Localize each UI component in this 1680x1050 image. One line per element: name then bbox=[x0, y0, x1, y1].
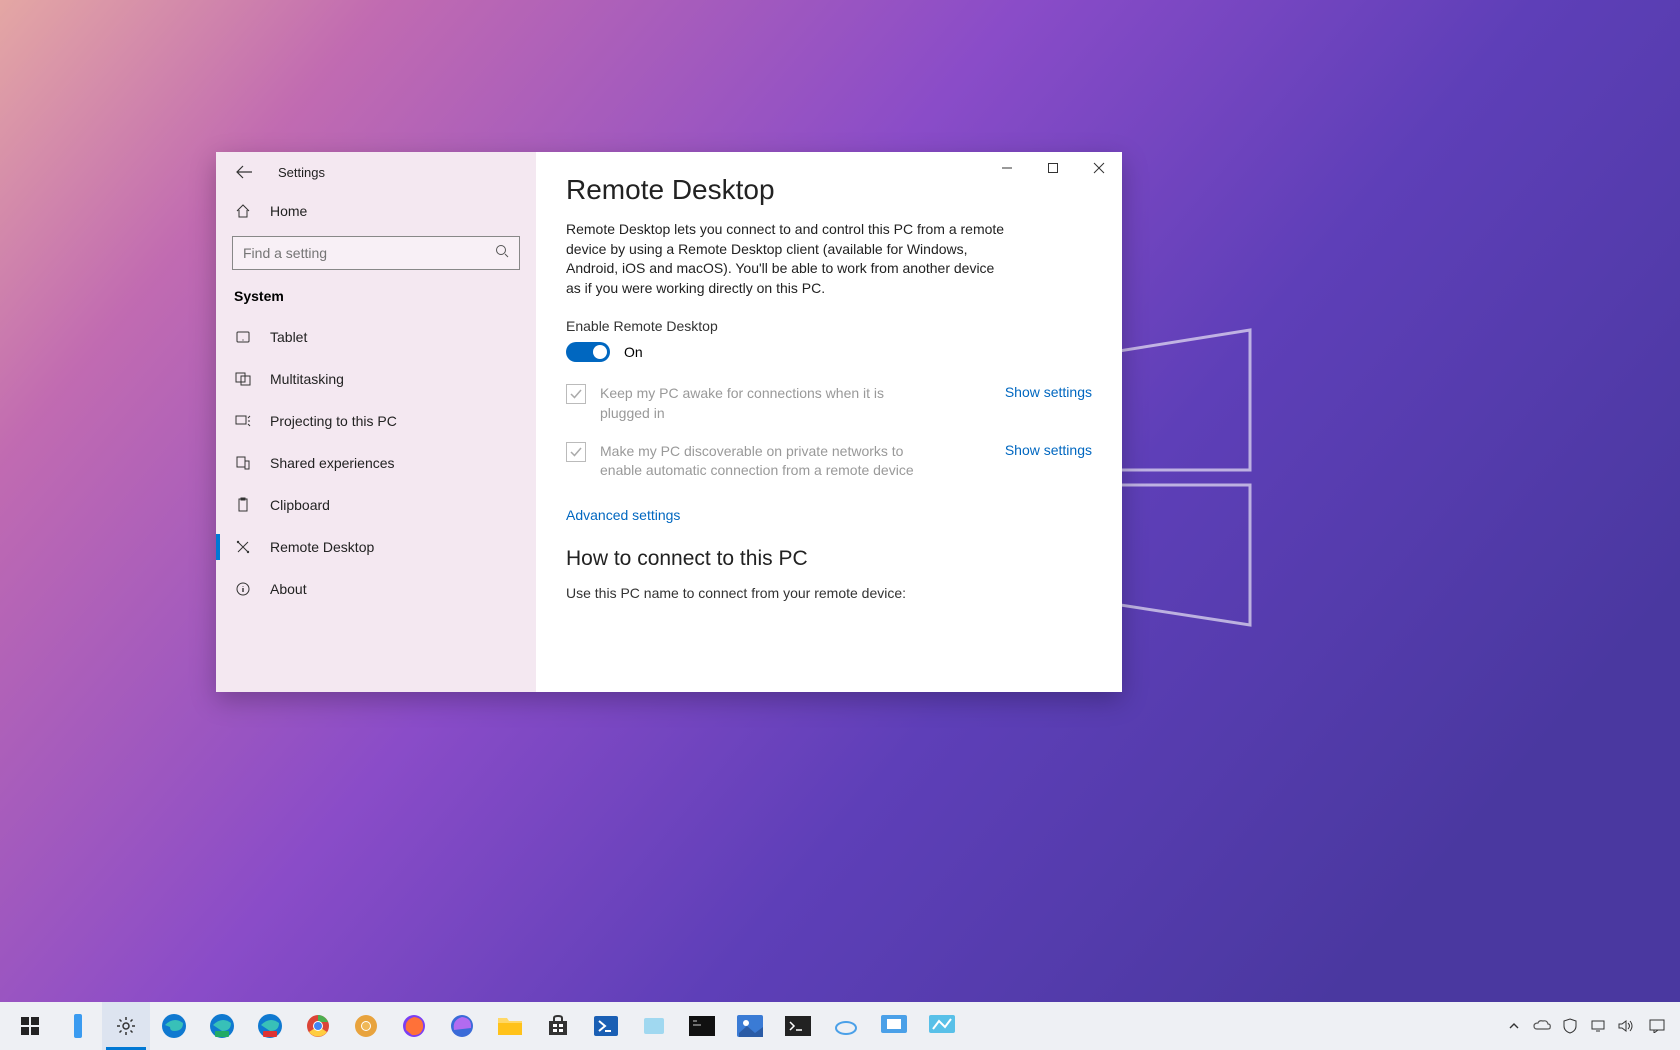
sidebar-item-label: Multitasking bbox=[270, 371, 344, 387]
toggle-label: Enable Remote Desktop bbox=[566, 318, 1092, 334]
taskbar-chrome-canary[interactable] bbox=[342, 1002, 390, 1050]
sidebar-item-multitasking[interactable]: Multitasking bbox=[216, 358, 536, 400]
taskbar-edge-canary[interactable] bbox=[246, 1002, 294, 1050]
sidebar-item-tablet[interactable]: Tablet bbox=[216, 316, 536, 358]
taskbar bbox=[0, 1002, 1680, 1050]
taskbar-file-explorer[interactable] bbox=[486, 1002, 534, 1050]
tray-network-icon[interactable] bbox=[1584, 1002, 1612, 1050]
close-button[interactable] bbox=[1076, 152, 1122, 184]
section-title: How to connect to this PC bbox=[566, 547, 1092, 571]
toggle-state: On bbox=[624, 344, 643, 360]
taskbar-app-generic-2[interactable] bbox=[822, 1002, 870, 1050]
taskbar-powershell[interactable] bbox=[582, 1002, 630, 1050]
taskbar-edge[interactable] bbox=[150, 1002, 198, 1050]
taskbar-app-generic-3[interactable] bbox=[870, 1002, 918, 1050]
section-desc: Use this PC name to connect from your re… bbox=[566, 585, 1092, 601]
taskbar-chrome[interactable] bbox=[294, 1002, 342, 1050]
sidebar-item-projecting[interactable]: Projecting to this PC bbox=[216, 400, 536, 442]
search-field[interactable] bbox=[243, 245, 482, 261]
taskbar-settings[interactable] bbox=[102, 1002, 150, 1050]
sidebar-item-label: Remote Desktop bbox=[270, 539, 374, 555]
sidebar-item-label: About bbox=[270, 581, 307, 597]
sidebar-item-label: Shared experiences bbox=[270, 455, 395, 471]
tray-onedrive-icon[interactable] bbox=[1528, 1002, 1556, 1050]
taskbar-store[interactable] bbox=[534, 1002, 582, 1050]
page-description: Remote Desktop lets you connect to and c… bbox=[566, 220, 1006, 298]
show-settings-link-2[interactable]: Show settings bbox=[1005, 442, 1092, 458]
multitasking-icon bbox=[234, 370, 252, 388]
tray-security-icon[interactable] bbox=[1556, 1002, 1584, 1050]
maximize-button[interactable] bbox=[1030, 152, 1076, 184]
tray-volume-icon[interactable] bbox=[1612, 1002, 1640, 1050]
title-bar: Settings bbox=[216, 152, 536, 192]
sidebar-item-label: Clipboard bbox=[270, 497, 330, 513]
keep-awake-label: Keep my PC awake for connections when it… bbox=[600, 384, 920, 423]
shared-exp-icon bbox=[234, 454, 252, 472]
settings-window: Settings Home System Tablet Multitasking bbox=[216, 152, 1122, 692]
nav-home[interactable]: Home bbox=[216, 192, 536, 230]
taskbar-cmd[interactable] bbox=[678, 1002, 726, 1050]
taskbar-photos[interactable] bbox=[726, 1002, 774, 1050]
app-title: Settings bbox=[278, 165, 325, 180]
window-controls bbox=[984, 152, 1122, 184]
sidebar-item-clipboard[interactable]: Clipboard bbox=[216, 484, 536, 526]
clipboard-icon bbox=[234, 496, 252, 514]
enable-remote-desktop-toggle[interactable] bbox=[566, 342, 610, 362]
taskbar-app-generic-1[interactable] bbox=[630, 1002, 678, 1050]
minimize-button[interactable] bbox=[984, 152, 1030, 184]
sidebar-item-remote-desktop[interactable]: Remote Desktop bbox=[216, 526, 536, 568]
discoverable-checkbox[interactable] bbox=[566, 442, 586, 462]
remote-desktop-icon bbox=[234, 538, 252, 556]
about-icon bbox=[234, 580, 252, 598]
tray-action-center-icon[interactable] bbox=[1640, 1002, 1674, 1050]
taskbar-terminal[interactable] bbox=[774, 1002, 822, 1050]
show-settings-link-1[interactable]: Show settings bbox=[1005, 384, 1092, 400]
sidebar-item-label: Projecting to this PC bbox=[270, 413, 397, 429]
sidebar-item-shared-experiences[interactable]: Shared experiences bbox=[216, 442, 536, 484]
taskbar-cortana[interactable] bbox=[54, 1002, 102, 1050]
home-label: Home bbox=[270, 203, 307, 219]
taskbar-firefox[interactable] bbox=[390, 1002, 438, 1050]
sidebar-item-about[interactable]: About bbox=[216, 568, 536, 610]
category-header: System bbox=[216, 280, 536, 316]
content-pane: Remote Desktop Remote Desktop lets you c… bbox=[536, 152, 1122, 692]
taskbar-firefox-dev[interactable] bbox=[438, 1002, 486, 1050]
search-input[interactable] bbox=[232, 236, 520, 270]
tablet-icon bbox=[234, 328, 252, 346]
projecting-icon bbox=[234, 412, 252, 430]
system-tray bbox=[1500, 1002, 1674, 1050]
keep-awake-checkbox[interactable] bbox=[566, 384, 586, 404]
advanced-settings-link[interactable]: Advanced settings bbox=[566, 507, 680, 523]
start-button[interactable] bbox=[6, 1002, 54, 1050]
sidebar: Settings Home System Tablet Multitasking bbox=[216, 152, 536, 692]
tray-overflow-icon[interactable] bbox=[1500, 1002, 1528, 1050]
search-icon bbox=[495, 244, 509, 262]
sidebar-item-label: Tablet bbox=[270, 329, 307, 345]
home-icon bbox=[234, 202, 252, 220]
back-button[interactable] bbox=[234, 162, 254, 182]
taskbar-app-generic-4[interactable] bbox=[918, 1002, 966, 1050]
discoverable-label: Make my PC discoverable on private netwo… bbox=[600, 442, 920, 481]
taskbar-edge-dev[interactable] bbox=[198, 1002, 246, 1050]
